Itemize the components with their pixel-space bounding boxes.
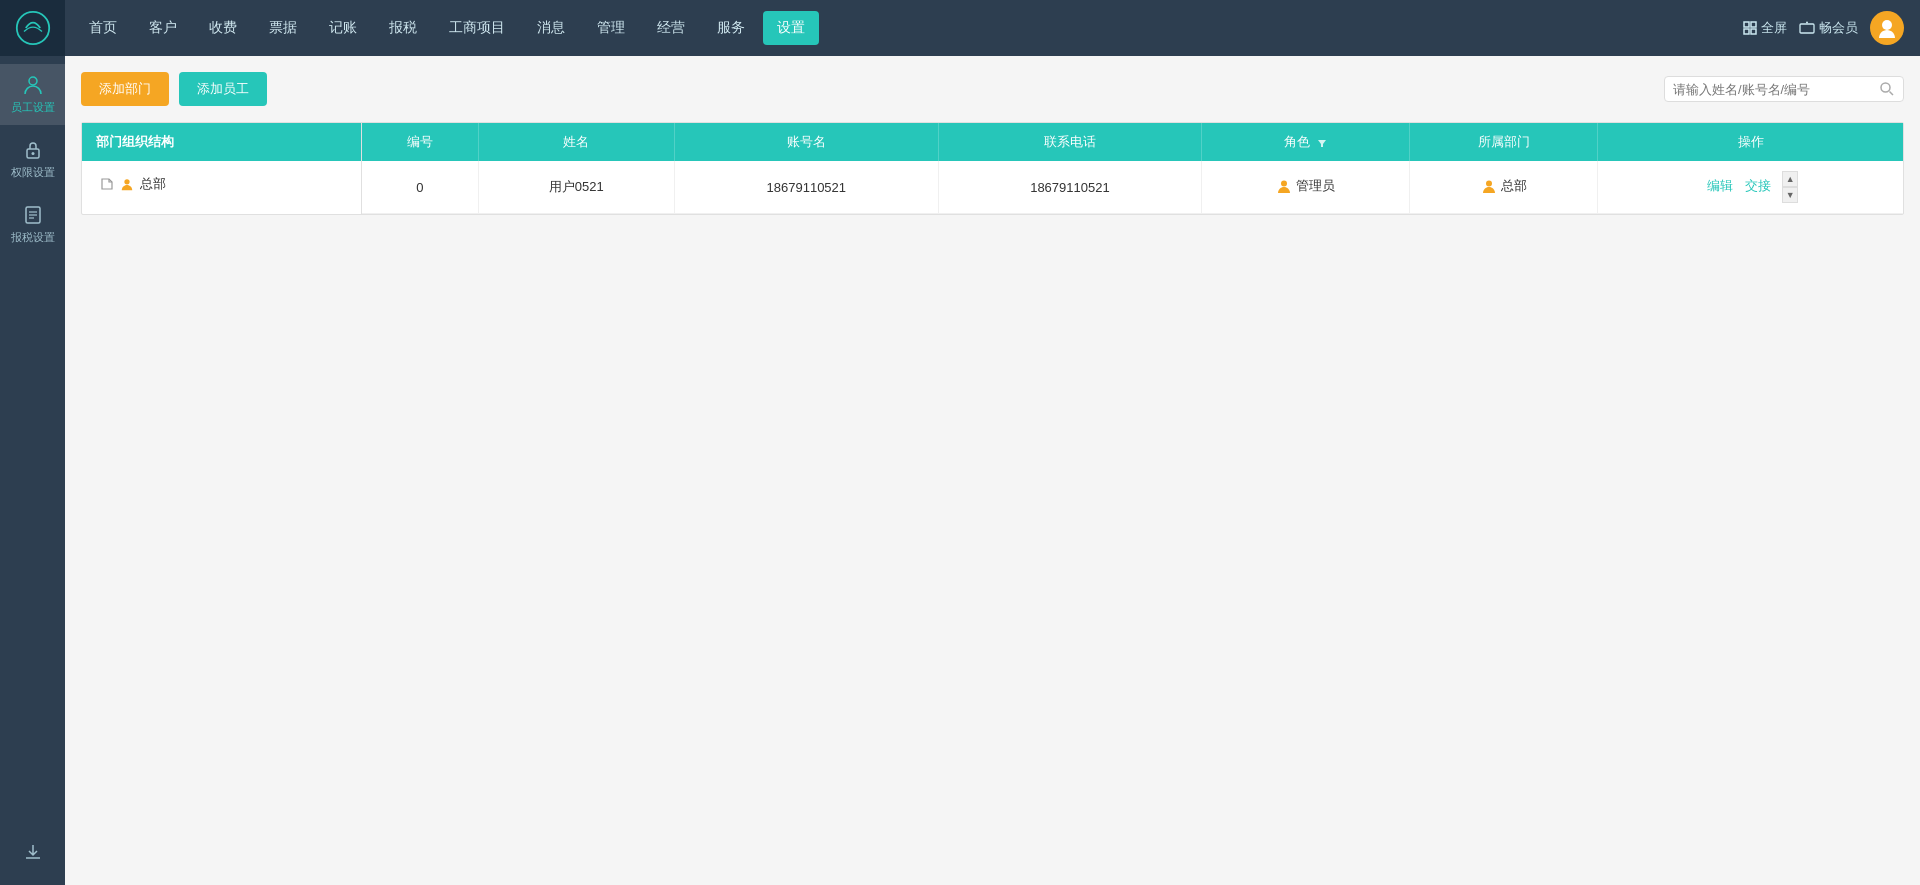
cell-account: 18679110521: [674, 161, 938, 214]
sidebar-item-permissions[interactable]: 权限设置: [0, 129, 65, 190]
nav-customer[interactable]: 客户: [135, 11, 191, 45]
col-account: 账号名: [674, 123, 938, 161]
nav-invoice[interactable]: 票据: [255, 11, 311, 45]
svg-rect-3: [1744, 29, 1749, 34]
top-navigation: 首页 客户 收费 票据 记账 报税 工商项目 消息 管理 经营 服务 设置 全屏: [0, 0, 1920, 56]
svg-point-7: [1882, 20, 1892, 30]
role-badge: 管理员: [1276, 177, 1335, 195]
add-dept-button[interactable]: 添加部门: [81, 72, 169, 106]
content-area: 添加部门 添加员工 部门组织结构: [65, 56, 1920, 885]
row-scroll-controls: ▲ ▼: [1782, 171, 1798, 203]
svg-point-19: [1281, 181, 1287, 187]
svg-point-15: [1881, 83, 1890, 92]
scroll-down-button[interactable]: ▼: [1782, 187, 1798, 203]
dept-panel-header: 部门组织结构: [82, 123, 361, 161]
file-icon: [100, 177, 114, 191]
two-panel: 部门组织结构 总部: [81, 122, 1904, 215]
nav-right: 全屏 畅会员: [1743, 11, 1920, 45]
transfer-link[interactable]: 交接: [1745, 178, 1771, 193]
sidebar-staff-label: 员工设置: [11, 100, 55, 115]
svg-point-6: [1806, 22, 1808, 24]
svg-rect-2: [1751, 22, 1756, 27]
vip-icon: [1799, 21, 1815, 35]
nav-fee[interactable]: 收费: [195, 11, 251, 45]
person-icon: [22, 74, 44, 96]
col-role: 角色: [1202, 123, 1410, 161]
search-icon[interactable]: [1879, 81, 1895, 97]
logo-icon: [15, 10, 51, 46]
col-action: 操作: [1598, 123, 1903, 161]
dept-panel: 部门组织结构 总部: [82, 123, 362, 214]
sidebar-permissions-label: 权限设置: [11, 165, 55, 180]
lock-icon: [22, 139, 44, 161]
fullscreen-icon: [1743, 21, 1757, 35]
scroll-up-button[interactable]: ▲: [1782, 171, 1798, 187]
toolbar: 添加部门 添加员工: [81, 72, 1904, 106]
dept-node-headquarters[interactable]: 总部: [92, 169, 351, 199]
sidebar-item-download[interactable]: [0, 831, 65, 873]
cell-role: 管理员: [1202, 161, 1410, 214]
sidebar-item-tax-settings[interactable]: 报税设置: [0, 194, 65, 255]
search-box: [1664, 76, 1904, 102]
dept-node-label: 总部: [140, 175, 166, 193]
col-dept: 所属部门: [1409, 123, 1597, 161]
sidebar-item-staff[interactable]: 员工设置: [0, 64, 65, 125]
nav-manage[interactable]: 管理: [583, 11, 639, 45]
col-phone: 联系电话: [938, 123, 1202, 161]
nav-business[interactable]: 工商项目: [435, 11, 519, 45]
svg-point-10: [31, 152, 34, 155]
svg-point-20: [1486, 181, 1492, 187]
nav-settings[interactable]: 设置: [763, 11, 819, 45]
col-id: 编号: [362, 123, 478, 161]
cell-id: 0: [362, 161, 478, 214]
col-name: 姓名: [478, 123, 674, 161]
fullscreen-label: 全屏: [1761, 19, 1787, 37]
svg-marker-18: [1318, 140, 1326, 147]
avatar-icon: [1875, 16, 1899, 40]
table-panel: 编号 姓名 账号名 联系电话 角色 所属部门 操作: [362, 123, 1903, 214]
sidebar: 员工设置 权限设置 报税设置: [0, 56, 65, 885]
add-staff-button[interactable]: 添加员工: [179, 72, 267, 106]
fullscreen-button[interactable]: 全屏: [1743, 19, 1787, 37]
cell-dept: 总部: [1409, 161, 1597, 214]
svg-line-16: [1890, 92, 1894, 96]
avatar[interactable]: [1870, 11, 1904, 45]
dept-tree: 总部: [82, 161, 361, 207]
main-layout: 员工设置 权限设置 报税设置: [0, 56, 1920, 885]
svg-rect-1: [1744, 22, 1749, 27]
svg-point-8: [29, 77, 37, 85]
svg-rect-5: [1800, 24, 1814, 33]
sidebar-tax-label: 报税设置: [11, 230, 55, 245]
edit-link[interactable]: 编辑: [1707, 178, 1733, 193]
dept-user-icon: [1481, 178, 1497, 194]
nav-bookkeeping[interactable]: 记账: [315, 11, 371, 45]
svg-point-17: [124, 179, 129, 184]
nav-tax[interactable]: 报税: [375, 11, 431, 45]
role-label: 管理员: [1296, 177, 1335, 195]
nav-items: 首页 客户 收费 票据 记账 报税 工商项目 消息 管理 经营 服务 设置: [65, 11, 1743, 45]
dept-badge: 总部: [1481, 177, 1527, 195]
role-user-icon: [1276, 178, 1292, 194]
filter-icon[interactable]: [1317, 138, 1327, 148]
app-logo: [0, 0, 65, 56]
nav-home[interactable]: 首页: [75, 11, 131, 45]
cell-name: 用户0521: [478, 161, 674, 214]
dept-label: 总部: [1501, 177, 1527, 195]
cell-action: 编辑 交接 ▲ ▼: [1598, 161, 1903, 214]
svg-rect-4: [1751, 29, 1756, 34]
nav-operations[interactable]: 经营: [643, 11, 699, 45]
vip-label: 畅会员: [1819, 19, 1858, 37]
tax-icon: [22, 204, 44, 226]
cell-phone: 18679110521: [938, 161, 1202, 214]
svg-point-0: [16, 12, 48, 44]
user-group-icon: [120, 177, 134, 191]
nav-service[interactable]: 服务: [703, 11, 759, 45]
table-row: 0 用户0521 18679110521 18679110521: [362, 161, 1903, 214]
search-input[interactable]: [1673, 82, 1873, 97]
download-icon: [22, 841, 44, 863]
vip-button[interactable]: 畅会员: [1799, 19, 1858, 37]
employees-table: 编号 姓名 账号名 联系电话 角色 所属部门 操作: [362, 123, 1903, 214]
nav-message[interactable]: 消息: [523, 11, 579, 45]
